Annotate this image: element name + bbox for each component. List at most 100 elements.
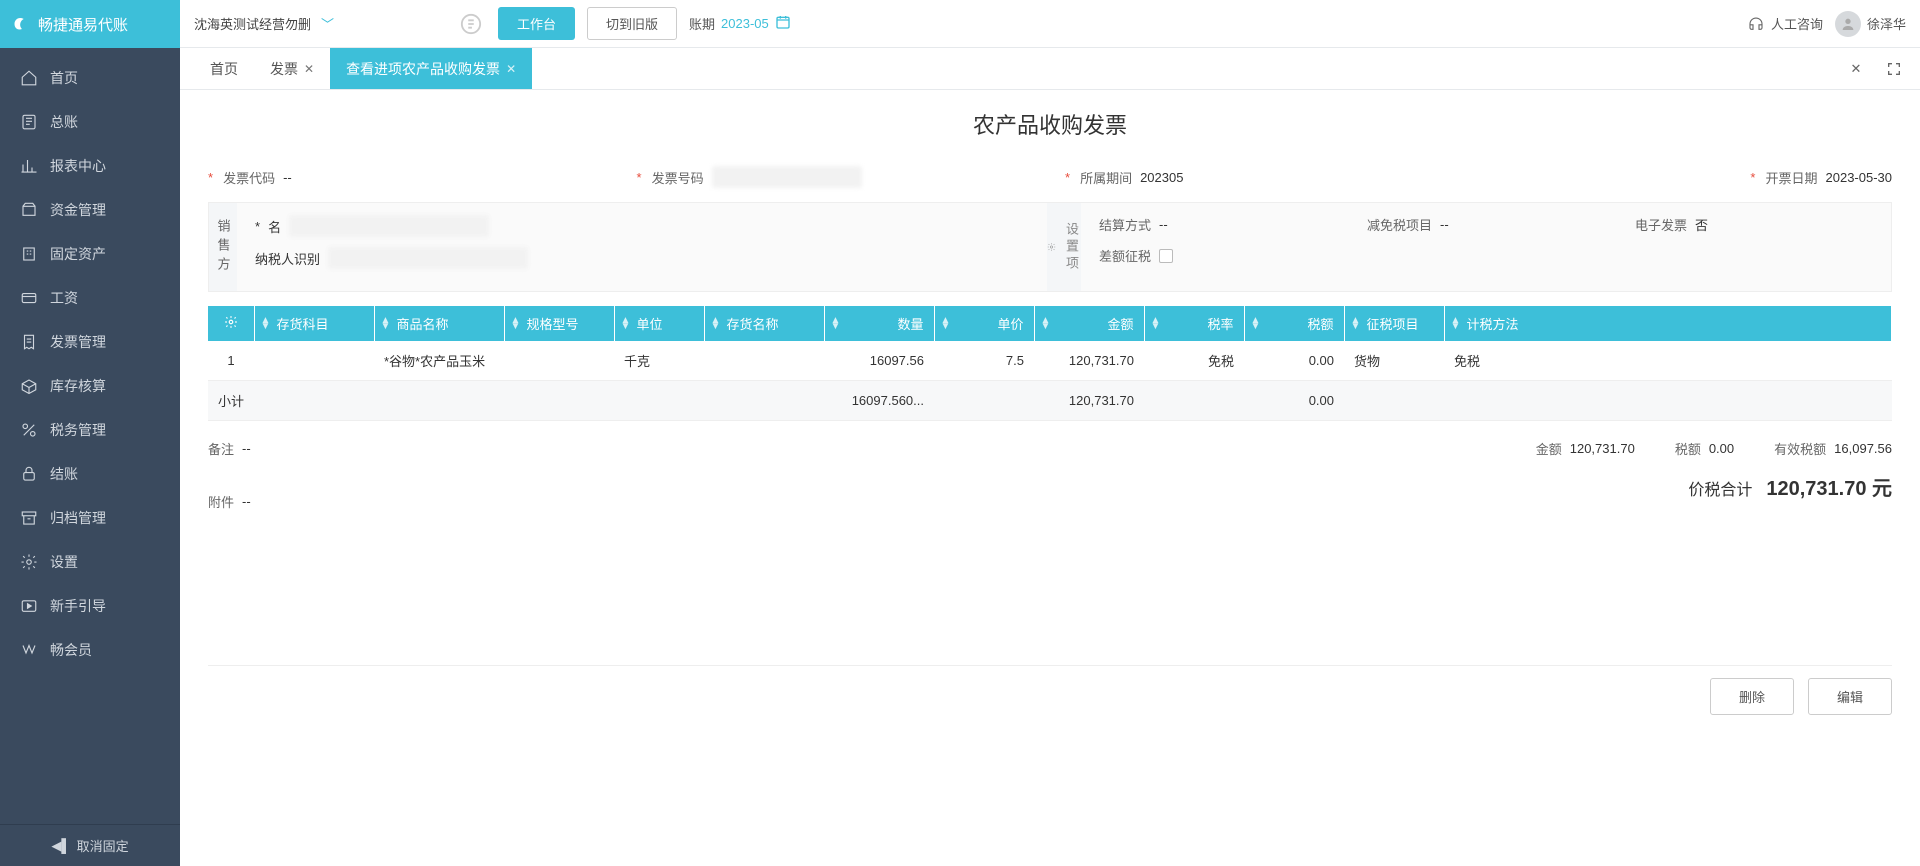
- total-tax-value: 0.00: [1709, 441, 1734, 456]
- unpin-button[interactable]: ◀▌ 取消固定: [0, 824, 180, 866]
- invoice-code-value: --: [283, 170, 292, 185]
- sort-icon: ▲▼: [941, 318, 951, 330]
- issue-date-label: 开票日期: [1765, 168, 1817, 187]
- sidebar-item-label: 税务管理: [50, 420, 106, 440]
- settings-column[interactable]: 设置项: [1047, 203, 1081, 291]
- sidebar: 畅捷通易代账 首页 总账 报表中心 资金管理 固定资产 工资 发票管理 库存核算…: [0, 0, 180, 866]
- switch-version-button[interactable]: 切到旧版: [587, 7, 677, 40]
- sidebar-item-label: 总账: [50, 112, 78, 132]
- user-name: 徐泽华: [1867, 14, 1906, 33]
- col-gear[interactable]: [208, 306, 254, 341]
- diff-checkbox[interactable]: [1159, 249, 1173, 263]
- seller-side-label: 销售方: [209, 203, 237, 291]
- sort-icon: ▲▼: [1151, 318, 1161, 330]
- col-rate[interactable]: ▲▼税率: [1144, 306, 1244, 341]
- close-icon[interactable]: ✕: [304, 62, 314, 76]
- close-icon[interactable]: ✕: [506, 62, 516, 76]
- unpin-label: 取消固定: [77, 836, 129, 855]
- diff-label: 差额征税: [1099, 246, 1151, 265]
- seller-name-label: 名: [268, 217, 281, 236]
- sort-icon: ▲▼: [511, 318, 521, 330]
- cell-account: [254, 341, 374, 381]
- col-name[interactable]: ▲▼商品名称: [374, 306, 504, 341]
- col-unit[interactable]: ▲▼单位: [614, 306, 704, 341]
- col-spec[interactable]: ▲▼规格型号: [504, 306, 614, 341]
- invoice-code-label: 发票代码: [223, 168, 275, 187]
- sort-icon: ▲▼: [261, 318, 271, 330]
- fullscreen-icon[interactable]: [1880, 55, 1908, 83]
- grand-label: 价税合计: [1688, 476, 1752, 500]
- sidebar-item-label: 归档管理: [50, 508, 106, 528]
- brand-logo[interactable]: 畅捷通易代账: [0, 0, 180, 48]
- sidebar-item-close[interactable]: 结账: [0, 452, 180, 496]
- sidebar-item-archive[interactable]: 归档管理: [0, 496, 180, 540]
- edit-button[interactable]: 编辑: [1808, 678, 1892, 715]
- sidebar-item-settings[interactable]: 设置: [0, 540, 180, 584]
- attach-label: 附件: [208, 492, 234, 511]
- exempt-value: --: [1440, 217, 1449, 232]
- col-method[interactable]: ▲▼计税方法: [1444, 306, 1892, 341]
- seller-taxid-value: [328, 247, 528, 269]
- col-item[interactable]: ▲▼征税项目: [1344, 306, 1444, 341]
- home-icon: [20, 69, 38, 87]
- cell-price: 7.5: [934, 341, 1034, 381]
- sidebar-item-ledger[interactable]: 总账: [0, 100, 180, 144]
- line-items-table: ▲▼存货科目 ▲▼商品名称 ▲▼规格型号 ▲▼单位 ▲▼存货名称 ▲▼数量 ▲▼…: [208, 306, 1892, 421]
- sidebar-item-assets[interactable]: 固定资产: [0, 232, 180, 276]
- tab-view-invoice[interactable]: 查看进项农产品收购发票✕: [330, 48, 532, 89]
- required-mark: *: [255, 219, 260, 234]
- invoice-no-value: [712, 166, 862, 188]
- close-all-tabs[interactable]: ✕: [1842, 55, 1870, 83]
- sidebar-item-label: 结账: [50, 464, 78, 484]
- sort-icon: ▲▼: [381, 318, 391, 330]
- org-select[interactable]: 沈海英测试经营勿删 ﹀: [194, 14, 444, 33]
- clipboard-icon[interactable]: [456, 9, 486, 39]
- sort-icon: ▲▼: [831, 318, 841, 330]
- sidebar-item-inventory[interactable]: 库存核算: [0, 364, 180, 408]
- tab-label: 发票: [270, 59, 298, 79]
- cell-idx: 1: [208, 341, 254, 381]
- sidebar-item-invoice[interactable]: 发票管理: [0, 320, 180, 364]
- col-amount[interactable]: ▲▼金额: [1034, 306, 1144, 341]
- sidebar-item-vip[interactable]: 畅会员: [0, 628, 180, 672]
- workbench-button[interactable]: 工作台: [498, 7, 575, 40]
- col-account[interactable]: ▲▼存货科目: [254, 306, 374, 341]
- page-title: 农产品收购发票: [208, 108, 1892, 140]
- card-icon: [20, 289, 38, 307]
- col-stock[interactable]: ▲▼存货名称: [704, 306, 824, 341]
- vip-icon: [20, 641, 38, 659]
- sidebar-item-label: 报表中心: [50, 156, 106, 176]
- tab-invoice[interactable]: 发票 ✕: [254, 48, 330, 89]
- subtotal-row: 小计 16097.560... 120,731.70 0.00: [208, 381, 1892, 421]
- einvoice-label: 电子发票: [1635, 215, 1687, 234]
- sidebar-item-guide[interactable]: 新手引导: [0, 584, 180, 628]
- required-mark: *: [1065, 170, 1070, 185]
- tab-home[interactable]: 首页: [194, 48, 254, 89]
- settings-col-label: 设置项: [1062, 222, 1081, 273]
- required-mark: *: [1750, 170, 1755, 185]
- sidebar-item-reports[interactable]: 报表中心: [0, 144, 180, 188]
- sidebar-item-tax[interactable]: 税务管理: [0, 408, 180, 452]
- book-icon: [20, 113, 38, 131]
- sidebar-item-label: 畅会员: [50, 640, 92, 660]
- table-header-row: ▲▼存货科目 ▲▼商品名称 ▲▼规格型号 ▲▼单位 ▲▼存货名称 ▲▼数量 ▲▼…: [208, 306, 1892, 341]
- content: 农产品收购发票 * 发票代码 -- * 发票号码 * 所属期间 202305: [180, 90, 1920, 866]
- receipt-icon: [20, 333, 38, 351]
- col-price[interactable]: ▲▼单价: [934, 306, 1034, 341]
- collapse-icon: ◀▌: [51, 838, 70, 854]
- period-picker[interactable]: 账期 2023-05: [689, 14, 791, 33]
- gear-icon: [1047, 239, 1056, 255]
- consult-link[interactable]: 人工咨询: [1747, 14, 1823, 33]
- sidebar-item-funds[interactable]: 资金管理: [0, 188, 180, 232]
- delete-button[interactable]: 删除: [1710, 678, 1794, 715]
- total-tax-label: 税额: [1675, 439, 1701, 458]
- sidebar-item-salary[interactable]: 工资: [0, 276, 180, 320]
- col-tax[interactable]: ▲▼税额: [1244, 306, 1344, 341]
- sidebar-item-home[interactable]: 首页: [0, 56, 180, 100]
- table-row[interactable]: 1 *谷物*农产品玉米 千克 16097.56 7.5 120,731.70 免…: [208, 341, 1892, 381]
- settle-label: 结算方式: [1099, 215, 1151, 234]
- gear-icon: [20, 553, 38, 571]
- user-menu[interactable]: 徐泽华: [1835, 11, 1906, 37]
- col-qty[interactable]: ▲▼数量: [824, 306, 934, 341]
- einvoice-value: 否: [1695, 215, 1708, 234]
